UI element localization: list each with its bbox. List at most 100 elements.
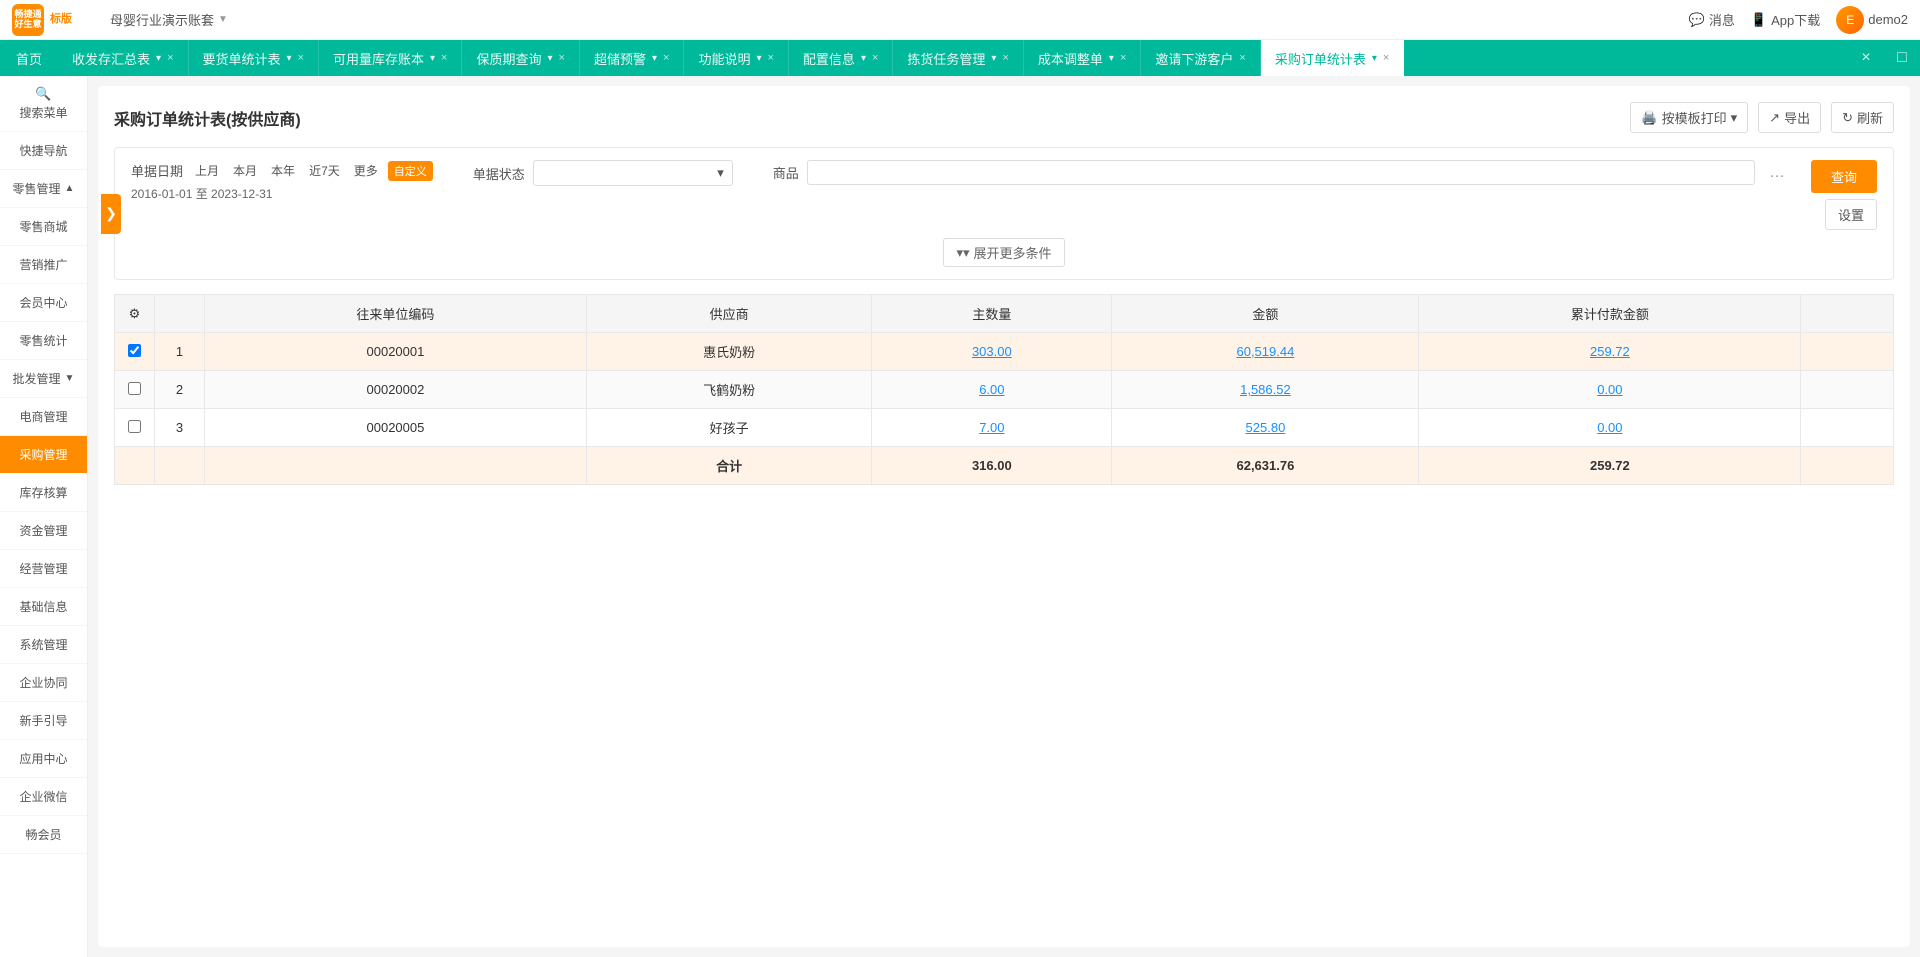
sidebar-item-search[interactable]: 🔍 搜索菜单 <box>0 76 87 132</box>
dropdown-icon: ▾ <box>1731 110 1738 126</box>
sidebar-item-lingshoushangcheng[interactable]: 零售商城 <box>0 208 87 246</box>
tab-caigoudan[interactable]: 采购订单统计表 ▾ × <box>1261 40 1404 76</box>
table-row[interactable]: 2 00020002 飞鹤奶粉 6.00 1,586.52 0.00 <box>115 371 1894 409</box>
tab-close-icon[interactable]: × <box>767 52 773 64</box>
tab-dropdown-icon: ▾ <box>547 53 552 64</box>
row-amount[interactable]: 60,519.44 <box>1112 333 1419 371</box>
settings-gear-icon[interactable]: ⚙ <box>129 306 141 321</box>
sidebar-item-lingshoutongji[interactable]: 零售统计 <box>0 322 87 360</box>
query-btn[interactable]: 查询 <box>1811 160 1877 193</box>
nav-maximize-btn[interactable]: □ <box>1884 40 1920 76</box>
date-shortcut-this-year[interactable]: 本年 <box>267 160 299 181</box>
date-shortcut-7days[interactable]: 近7天 <box>305 160 344 181</box>
sidebar-item-qiyeweixin[interactable]: 企业微信 <box>0 778 87 816</box>
sidebar-item-pifaguanli[interactable]: 批发管理 ▼ <box>0 360 87 398</box>
tab-close-icon[interactable]: × <box>663 52 669 64</box>
table-row[interactable]: 3 00020005 好孩子 7.00 525.80 0.00 <box>115 409 1894 447</box>
sidebar-item-caigouguanli[interactable]: 采购管理 <box>0 436 87 474</box>
date-shortcut-this-month[interactable]: 本月 <box>229 160 261 181</box>
row-paid[interactable]: 259.72 <box>1419 333 1801 371</box>
app-download-btn[interactable]: 📱 App下载 <box>1751 10 1820 29</box>
message-btn[interactable]: 💬 消息 <box>1689 10 1735 29</box>
row-seq: 3 <box>155 409 205 447</box>
nav-home-tab[interactable]: 首页 <box>0 40 58 76</box>
col-amount-header: 金额 <box>1112 295 1419 333</box>
sidebar-item-kucunhesuan[interactable]: 库存核算 <box>0 474 87 512</box>
workspace-selector[interactable]: 母婴行业演示账套 ▼ <box>110 10 1689 29</box>
export-btn[interactable]: ↗ 导出 <box>1758 102 1821 133</box>
row-paid[interactable]: 0.00 <box>1419 371 1801 409</box>
tab-keyongliang[interactable]: 可用量库存账本 ▾ × <box>319 40 462 76</box>
goods-more-btn[interactable]: … <box>1763 164 1791 182</box>
sidebar-item-qiyexietong[interactable]: 企业协同 <box>0 664 87 702</box>
row-paid[interactable]: 0.00 <box>1419 409 1801 447</box>
sidebar-arrow-icon: ▲ <box>65 183 75 194</box>
tab-close-icon[interactable]: × <box>1239 52 1245 64</box>
table-row[interactable]: 1 00020001 惠氏奶粉 303.00 60,519.44 259.72 <box>115 333 1894 371</box>
download-icon: 📱 <box>1751 12 1767 28</box>
row-amount[interactable]: 525.80 <box>1112 409 1419 447</box>
tab-chaochuyujing[interactable]: 超储预警 ▾ × <box>580 40 684 76</box>
sidebar-item-huiyuan[interactable]: 会员中心 <box>0 284 87 322</box>
settings-btn[interactable]: 设置 <box>1825 199 1877 230</box>
sidebar-item-jingying[interactable]: 经营管理 <box>0 550 87 588</box>
collapse-toggle-btn[interactable]: ❯ <box>101 194 121 234</box>
row-check[interactable] <box>115 333 155 371</box>
tab-close-icon[interactable]: × <box>872 52 878 64</box>
date-custom-badge[interactable]: 自定义 <box>388 161 433 181</box>
tab-close-icon[interactable]: × <box>559 52 565 64</box>
nav-close-btn[interactable]: × <box>1848 40 1884 76</box>
row-qty[interactable]: 303.00 <box>872 333 1112 371</box>
tab-baozhiqi[interactable]: 保质期查询 ▾ × <box>462 40 579 76</box>
tab-close-icon[interactable]: × <box>1002 52 1008 64</box>
goods-input[interactable] <box>807 160 1755 185</box>
tab-dropdown-icon: ▾ <box>1372 53 1377 64</box>
row-check[interactable] <box>115 371 155 409</box>
sidebar-item-yingxiao[interactable]: 营销推广 <box>0 246 87 284</box>
logo-icon: 畅捷通好生意 <box>12 4 44 36</box>
template-print-btn[interactable]: 🖨️ 按模板打印 ▾ <box>1630 102 1748 133</box>
expand-more-btn[interactable]: ▾▾ 展开更多条件 <box>943 238 1064 267</box>
sidebar-item-kuaijie[interactable]: 快捷导航 <box>0 132 87 170</box>
tab-shoufahuizongtable[interactable]: 收发存汇总表 ▾ × <box>58 40 188 76</box>
row-amount[interactable]: 1,586.52 <box>1112 371 1419 409</box>
logo-area: 畅捷通好生意 标版 <box>12 4 100 36</box>
tab-dropdown-icon: ▾ <box>756 53 761 64</box>
tab-tuohuo[interactable]: 拣货任务管理 ▾ × <box>893 40 1023 76</box>
sidebar-item-xinshoudayin[interactable]: 新手引导 <box>0 702 87 740</box>
sidebar-item-zijinguanli[interactable]: 资金管理 <box>0 512 87 550</box>
tab-gongneng[interactable]: 功能说明 ▾ × <box>684 40 788 76</box>
sidebar-item-lingshouguan[interactable]: 零售管理 ▲ <box>0 170 87 208</box>
row-extra <box>1801 371 1894 409</box>
status-label: 单据状态 <box>473 164 525 183</box>
row-qty[interactable]: 6.00 <box>872 371 1112 409</box>
status-select[interactable]: ▾ <box>533 160 733 186</box>
sidebar-item-dianshangguan[interactable]: 电商管理 <box>0 398 87 436</box>
tab-yaohuo[interactable]: 要货单统计表 ▾ × <box>189 40 319 76</box>
summary-label <box>205 447 587 485</box>
tab-chengben[interactable]: 成本调整单 ▾ × <box>1024 40 1141 76</box>
tab-peizhi[interactable]: 配置信息 ▾ × <box>789 40 893 76</box>
sidebar-item-xitongguan[interactable]: 系统管理 <box>0 626 87 664</box>
row-code: 00020001 <box>205 333 587 371</box>
sidebar-item-changhui[interactable]: 畅会员 <box>0 816 87 854</box>
tab-close-icon[interactable]: × <box>298 52 304 64</box>
top-bar: 畅捷通好生意 标版 母婴行业演示账套 ▼ 💬 消息 📱 App下载 E demo… <box>0 0 1920 40</box>
tab-close-icon[interactable]: × <box>167 52 173 64</box>
refresh-btn[interactable]: ↻ 刷新 <box>1831 102 1894 133</box>
goods-label: 商品 <box>773 163 799 182</box>
tab-yaoqing[interactable]: 邀请下游客户 × <box>1141 40 1260 76</box>
row-check[interactable] <box>115 409 155 447</box>
row-qty[interactable]: 7.00 <box>872 409 1112 447</box>
user-area[interactable]: E demo2 <box>1836 6 1908 34</box>
tab-close-icon[interactable]: × <box>1383 52 1389 64</box>
date-shortcut-more[interactable]: 更多 <box>350 160 382 181</box>
sidebar-item-yingyongzhongxin[interactable]: 应用中心 <box>0 740 87 778</box>
col-qty-header: 主数量 <box>872 295 1112 333</box>
tab-close-icon[interactable]: × <box>1120 52 1126 64</box>
date-shortcut-last-month[interactable]: 上月 <box>191 160 223 181</box>
printer-icon: 🖨️ <box>1641 110 1657 126</box>
sidebar-item-jichuxinxi[interactable]: 基础信息 <box>0 588 87 626</box>
tab-close-icon[interactable]: × <box>441 52 447 64</box>
tab-dropdown-icon: ▾ <box>287 53 292 64</box>
